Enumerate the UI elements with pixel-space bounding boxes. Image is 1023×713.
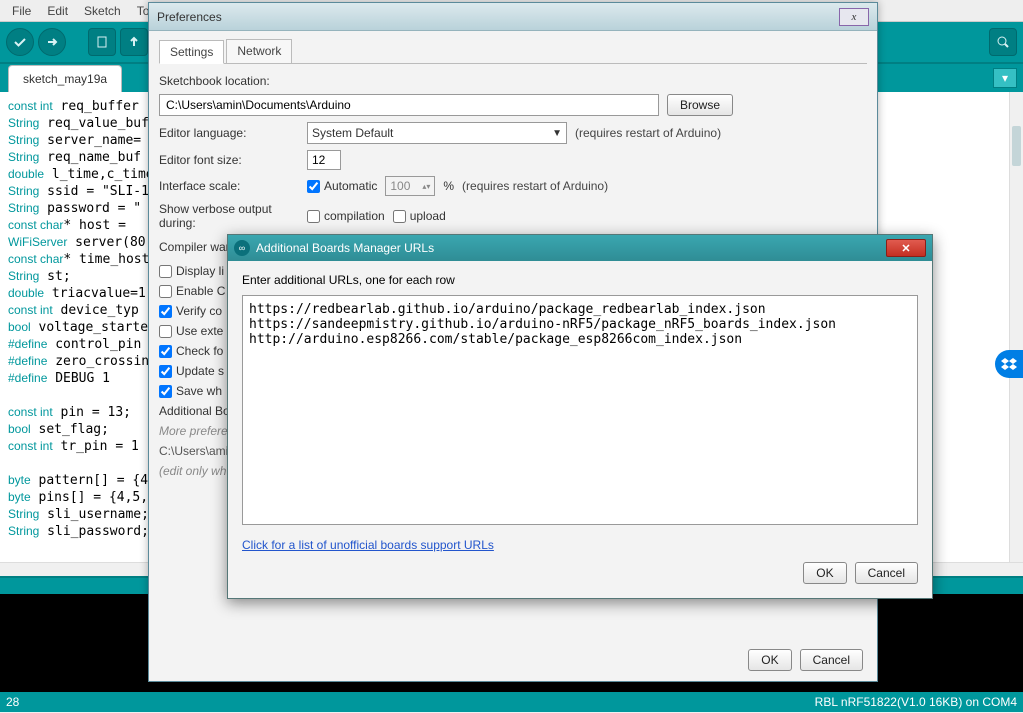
dropbox-icon[interactable] [995,350,1023,378]
arduino-icon: ∞ [234,240,250,256]
editor-language-label: Editor language: [159,126,299,140]
verbose-compilation-checkbox[interactable] [307,210,320,223]
check-for-label: Check fo [176,344,223,358]
boards-urls-dialog: ∞ Additional Boards Manager URLs ✕ Enter… [227,234,933,599]
status-line-number: 28 [6,695,19,709]
urls-title: Additional Boards Manager URLs [256,241,434,255]
statusbar: 28 RBL nRF51822(V1.0 16KB) on COM4 [0,692,1023,712]
verbose-compile-label: compilation [324,209,385,223]
restart-hint: (requires restart of Arduino) [575,126,721,140]
update-sketches-label: Update s [176,364,224,378]
sketch-location-input[interactable] [159,94,659,116]
additional-boards-label: Additional Bo [159,404,230,418]
urls-close-icon[interactable]: ✕ [886,239,926,257]
status-board: RBL nRF51822(V1.0 16KB) on COM4 [815,695,1017,709]
urls-titlebar: ∞ Additional Boards Manager URLs ✕ [228,235,932,261]
display-line-label: Display li [176,264,224,278]
menu-edit[interactable]: Edit [39,2,76,20]
use-external-label: Use exte [176,324,223,338]
sketch-location-label: Sketchbook location: [159,74,299,88]
upload-icon[interactable] [38,28,66,56]
tab-settings[interactable]: Settings [159,40,224,64]
prefs-tabs: Settings Network [159,39,867,64]
interface-scale-label: Interface scale: [159,179,299,193]
font-size-label: Editor font size: [159,153,299,167]
urls-textarea[interactable] [242,295,918,525]
save-when-label: Save wh [176,384,222,398]
menu-file[interactable]: File [4,2,39,20]
scale-automatic-checkbox[interactable] [307,180,320,193]
serial-monitor-icon[interactable] [989,28,1017,56]
prefs-cancel-button[interactable]: Cancel [800,649,863,671]
display-line-checkbox[interactable] [159,265,172,278]
browse-button[interactable]: Browse [667,94,733,116]
font-size-input[interactable] [307,150,341,170]
new-icon[interactable] [88,28,116,56]
tab-menu-icon[interactable]: ▾ [993,68,1017,88]
editor-language-select[interactable]: System Default▼ [307,122,567,144]
tab-network[interactable]: Network [226,39,292,63]
verbose-upload-label: upload [410,209,446,223]
enable-code-checkbox[interactable] [159,285,172,298]
unofficial-boards-link[interactable]: Click for a list of unofficial boards su… [242,538,494,552]
close-icon[interactable]: x [839,8,869,26]
percent-label: % [443,179,454,193]
prefs-title: Preferences [157,10,222,24]
restart-hint-2: (requires restart of Arduino) [462,179,608,193]
check-for-checkbox[interactable] [159,345,172,358]
verbose-upload-checkbox[interactable] [393,210,406,223]
scale-percent-input[interactable]: 100▴▾ [385,176,435,196]
verify-icon[interactable] [6,28,34,56]
scale-auto-label: Automatic [324,179,377,193]
prefs-titlebar: Preferences x [149,3,877,31]
enable-code-label: Enable C [176,284,225,298]
prefs-ok-button[interactable]: OK [748,649,791,671]
urls-hint: Enter additional URLs, one for each row [242,273,918,287]
verify-code-label: Verify co [176,304,222,318]
urls-cancel-button[interactable]: Cancel [855,562,918,584]
urls-ok-button[interactable]: OK [803,562,846,584]
sketch-tab[interactable]: sketch_may19a [8,65,122,92]
verify-code-checkbox[interactable] [159,305,172,318]
update-sketches-checkbox[interactable] [159,365,172,378]
menu-sketch[interactable]: Sketch [76,2,129,20]
open-icon[interactable] [120,28,148,56]
save-when-checkbox[interactable] [159,385,172,398]
verbose-label: Show verbose output during: [159,202,299,230]
use-external-checkbox[interactable] [159,325,172,338]
